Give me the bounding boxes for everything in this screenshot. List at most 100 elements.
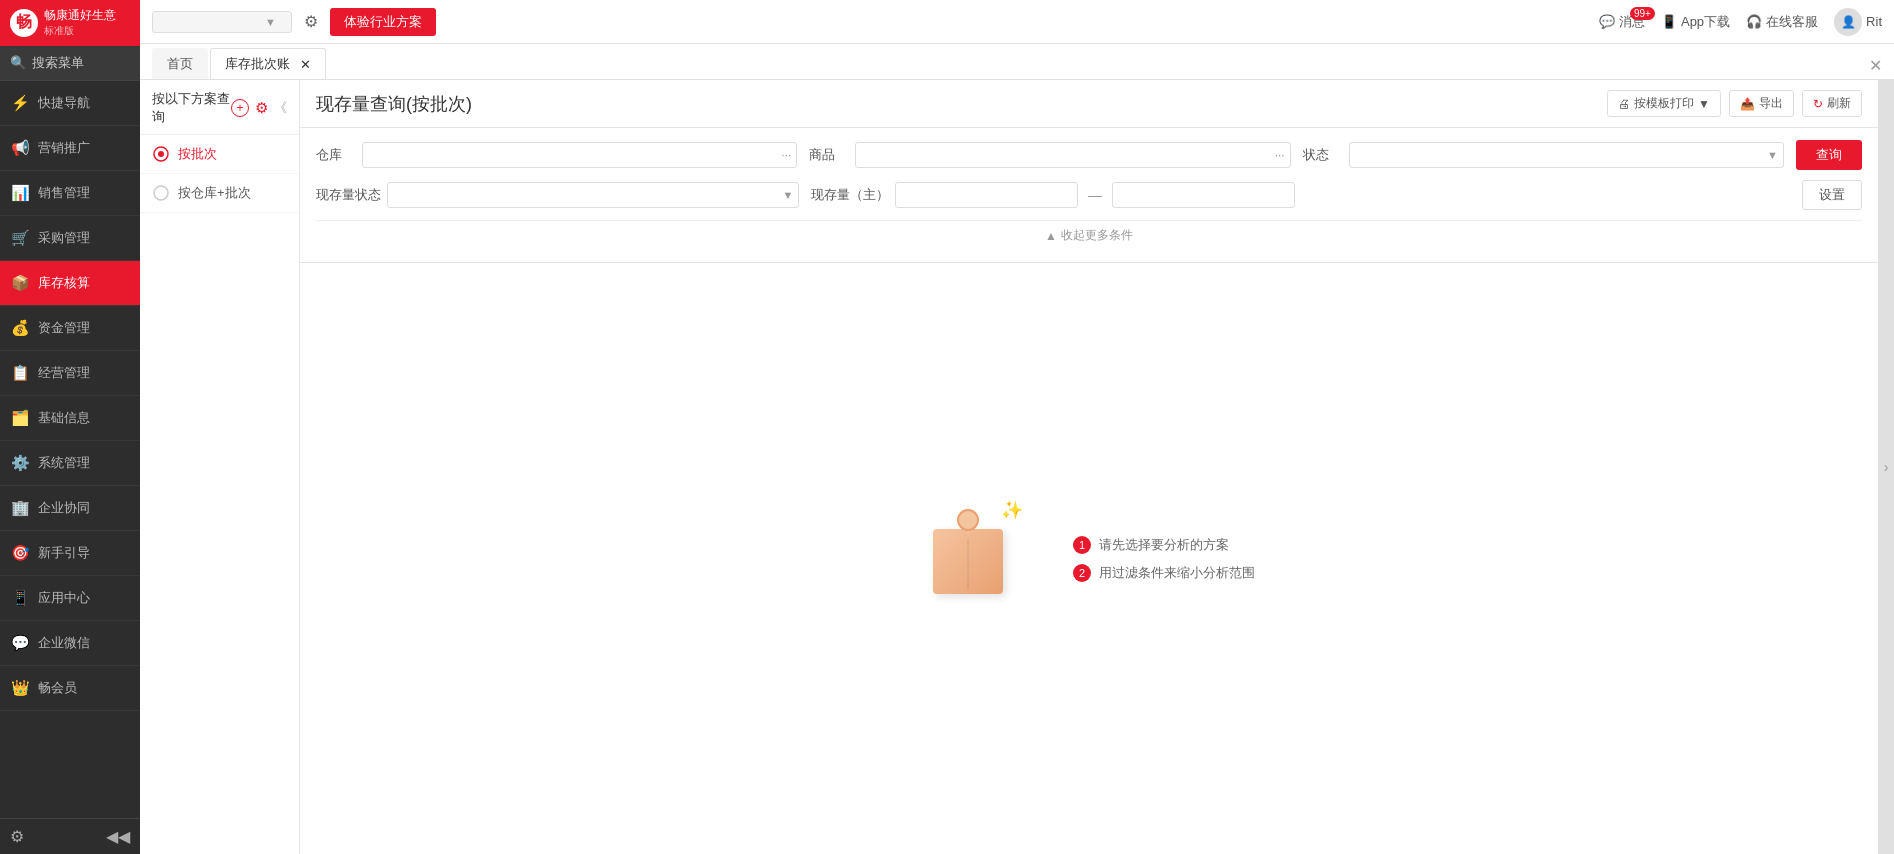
print-btn[interactable]: 🖨 按模板打印 ▼ — [1607, 90, 1721, 117]
warehouse-more-icon[interactable]: ··· — [781, 148, 791, 162]
sidebar-app-name: 畅康通好生意 — [44, 8, 116, 24]
inventory-qty-max-wrap — [1112, 182, 1295, 208]
inventory-qty-label: 现存量（主） — [811, 186, 889, 204]
empty-tip-2: 2 用过滤条件来缩小分析范围 — [1073, 564, 1255, 582]
inventory-qty-min-input[interactable] — [895, 182, 1078, 208]
tip-num-2: 2 — [1073, 564, 1091, 582]
search-icon: 🔍 — [10, 55, 26, 70]
topbar-gear-icon[interactable]: ⚙ — [304, 12, 318, 31]
tab-close-all-icon[interactable]: ✕ — [1869, 56, 1882, 75]
app-download-btn[interactable]: 📱 App下载 — [1661, 13, 1730, 31]
export-btn-label: 导出 — [1759, 95, 1783, 112]
filter-item-by-batch[interactable]: 按批次 — [140, 135, 299, 174]
tip-text-1: 请先选择要分析的方案 — [1099, 536, 1229, 554]
svg-point-2 — [154, 186, 168, 200]
main-area: 现存量查询(按批次) 🖨 按模板打印 ▼ 📤 导出 ↻ 刷新 — [300, 80, 1878, 854]
sidebar-item-sales[interactable]: 📊 销售管理 — [0, 171, 140, 216]
sidebar-item-inventory[interactable]: 📦 库存核算 — [0, 261, 140, 306]
enterprise-icon: 🏢 — [10, 498, 30, 518]
system-icon: ⚙️ — [10, 453, 30, 473]
warehouse-input[interactable] — [362, 142, 797, 168]
export-btn[interactable]: 📤 导出 — [1729, 90, 1794, 117]
wechat-label: 企业微信 — [38, 634, 90, 652]
filter-collapse-icon[interactable]: 《 — [274, 99, 287, 117]
product-input[interactable] — [855, 142, 1290, 168]
right-sidebar-handle[interactable]: › — [1878, 80, 1894, 854]
form-row-1: 仓库 ··· 商品 ··· 状态 — [316, 140, 1862, 170]
sidebar-nav: ⚡ 快捷导航 📢 营销推广 📊 销售管理 🛒 采购管理 📦 库存核算 💰 资金管… — [0, 81, 140, 818]
refresh-btn[interactable]: ↻ 刷新 — [1802, 90, 1862, 117]
filter-add-btn[interactable]: + — [231, 99, 249, 117]
finance-label: 资金管理 — [38, 319, 90, 337]
sidebar-search-item[interactable]: 🔍 搜索菜单 — [0, 46, 140, 81]
print-btn-label: 按模板打印 — [1634, 95, 1694, 112]
print-dropdown-icon[interactable]: ▼ — [1698, 97, 1710, 111]
tab-close-btn[interactable]: ✕ — [300, 57, 311, 72]
basic-label: 基础信息 — [38, 409, 90, 427]
tab-batch-account[interactable]: 库存批次账 ✕ — [210, 48, 326, 79]
inventory-qty-min-wrap — [895, 182, 1078, 208]
content-area: 按以下方案查询 + ⚙ 《 按批次 — [140, 80, 1894, 854]
page-header: 现存量查询(按批次) 🖨 按模板打印 ▼ 📤 导出 ↻ 刷新 — [300, 80, 1878, 128]
username-label: Rit — [1866, 14, 1882, 29]
tip-text-2: 用过滤条件来缩小分析范围 — [1099, 564, 1255, 582]
topbar-search-box[interactable]: ▼ — [152, 11, 292, 33]
tip-num-1: 1 — [1073, 536, 1091, 554]
query-button[interactable]: 查询 — [1796, 140, 1862, 170]
wechat-icon: 💬 — [10, 633, 30, 653]
message-btn[interactable]: 💬 消息 99+ — [1599, 13, 1645, 31]
sidebar: 畅 畅康通好生意 标准版 🔍 搜索菜单 ⚡ 快捷导航 📢 营销推广 📊 销售管理… — [0, 0, 140, 854]
filter-warehouse-batch-icon — [152, 184, 170, 202]
sidebar-item-enterprise[interactable]: 🏢 企业协同 — [0, 486, 140, 531]
product-label: 商品 — [809, 146, 849, 164]
filter-header: 按以下方案查询 + ⚙ 《 — [140, 80, 299, 135]
sidebar-item-marketing[interactable]: 📢 营销推广 — [0, 126, 140, 171]
collapse-bar[interactable]: ▲ 收起更多条件 — [316, 220, 1862, 250]
status-select[interactable] — [1349, 142, 1784, 168]
sidebar-item-finance[interactable]: 💰 资金管理 — [0, 306, 140, 351]
sidebar-search-label: 搜索菜单 — [32, 54, 84, 72]
sidebar-item-purchase[interactable]: 🛒 采购管理 — [0, 216, 140, 261]
trial-btn[interactable]: 体验行业方案 — [330, 8, 436, 36]
sales-label: 销售管理 — [38, 184, 90, 202]
sidebar-item-business[interactable]: 📋 经营管理 — [0, 351, 140, 396]
sidebar-item-system[interactable]: ⚙️ 系统管理 — [0, 441, 140, 486]
settings-gear-icon[interactable]: ⚙ — [10, 827, 24, 846]
filter-panel: 按以下方案查询 + ⚙ 《 按批次 — [140, 80, 300, 854]
filter-settings-icon[interactable]: ⚙ — [255, 99, 268, 117]
user-profile-btn[interactable]: 👤 Rit — [1834, 8, 1882, 36]
appstore-label: 应用中心 — [38, 589, 90, 607]
sidebar-item-appstore[interactable]: 📱 应用中心 — [0, 576, 140, 621]
sidebar-item-basic[interactable]: 🗂️ 基础信息 — [0, 396, 140, 441]
collapse-arrow-icon: ▲ — [1045, 229, 1057, 243]
system-label: 系统管理 — [38, 454, 90, 472]
topbar-search-input[interactable] — [161, 15, 261, 29]
print-icon: 🖨 — [1618, 97, 1630, 111]
page-header-actions: 🖨 按模板打印 ▼ 📤 导出 ↻ 刷新 — [1607, 90, 1862, 117]
inventory-status-field: 现存量状态 ▼ — [316, 182, 799, 208]
status-label: 状态 — [1303, 146, 1343, 164]
product-more-icon[interactable]: ··· — [1275, 148, 1285, 162]
settings-button[interactable]: 设置 — [1802, 180, 1862, 210]
topbar: ▼ ⚙ 体验行业方案 💬 消息 99+ 📱 App下载 🎧 在线客服 👤 Rit — [140, 0, 1894, 44]
quick-nav-icon: ⚡ — [10, 93, 30, 113]
product-input-wrap: ··· — [855, 142, 1290, 168]
business-icon: 📋 — [10, 363, 30, 383]
inventory-status-select[interactable] — [387, 182, 799, 208]
sidebar-item-wechat[interactable]: 💬 企业微信 — [0, 621, 140, 666]
sidebar-item-quick-nav[interactable]: ⚡ 快捷导航 — [0, 81, 140, 126]
empty-tip-1: 1 请先选择要分析的方案 — [1073, 536, 1255, 554]
right-side-arrow-icon: › — [1884, 459, 1889, 475]
inventory-qty-max-input[interactable] — [1112, 182, 1295, 208]
collapse-sidebar-icon[interactable]: ◀◀ — [106, 827, 130, 846]
online-service-btn[interactable]: 🎧 在线客服 — [1746, 13, 1818, 31]
sidebar-item-guide[interactable]: 🎯 新手引导 — [0, 531, 140, 576]
topbar-search-dropdown-icon[interactable]: ▼ — [265, 16, 276, 28]
page-title: 现存量查询(按批次) — [316, 92, 472, 116]
warehouse-input-wrap: ··· — [362, 142, 797, 168]
filter-item-by-warehouse-batch[interactable]: 按仓库+批次 — [140, 174, 299, 213]
refresh-icon: ↻ — [1813, 97, 1823, 111]
marketing-label: 营销推广 — [38, 139, 90, 157]
tab-home[interactable]: 首页 — [152, 48, 208, 79]
sidebar-item-vip[interactable]: 👑 畅会员 — [0, 666, 140, 711]
